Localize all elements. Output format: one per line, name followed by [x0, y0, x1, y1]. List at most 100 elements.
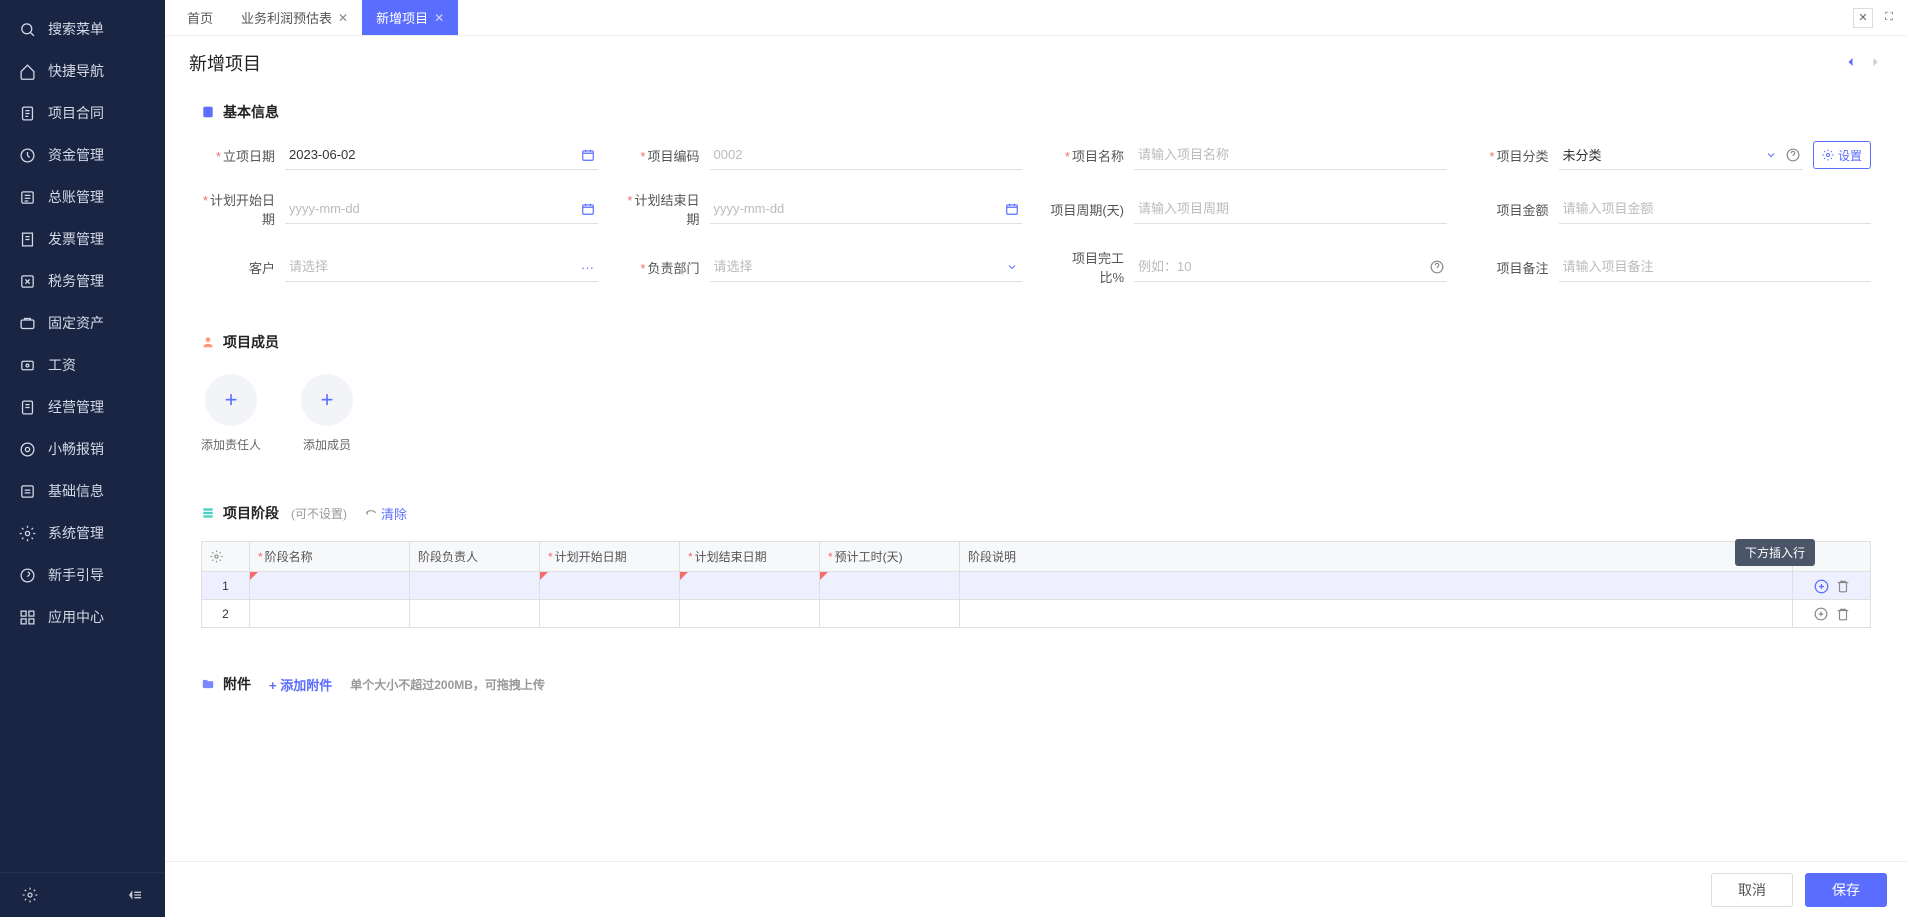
cell-phase-owner[interactable] — [410, 572, 540, 600]
add-attachment-link[interactable]: + 添加附件 — [269, 675, 332, 694]
calendar-icon[interactable] — [580, 201, 596, 217]
sidebar-item-label: 税务管理 — [48, 271, 104, 291]
collapse-icon[interactable] — [127, 887, 143, 903]
sidebar-item-guide[interactable]: 新手引导 — [0, 554, 165, 596]
section-title: 基本信息 — [223, 102, 279, 122]
sidebar: 搜索菜单快捷导航项目合同资金管理总账管理发票管理税务管理固定资产工资经营管理小畅… — [0, 0, 165, 917]
establish-date-input[interactable] — [285, 140, 598, 170]
period-input[interactable] — [1134, 194, 1447, 224]
sidebar-item-tax[interactable]: 税务管理 — [0, 260, 165, 302]
tab[interactable]: 新增项目✕ — [362, 0, 458, 35]
sidebar-item-doc[interactable]: 项目合同 — [0, 92, 165, 134]
cell-plan-end[interactable] — [680, 572, 820, 600]
customer-select[interactable] — [285, 252, 598, 282]
sidebar-item-label: 系统管理 — [48, 523, 104, 543]
attachment-hint: 单个大小不超过200MB，可拖拽上传 — [350, 676, 545, 693]
sidebar-item-system[interactable]: 系统管理 — [0, 512, 165, 554]
sidebar-item-label: 总账管理 — [48, 187, 104, 207]
label-period: 项目周期(天) — [1050, 200, 1134, 219]
sidebar-item-search[interactable]: 搜索菜单 — [0, 8, 165, 50]
project-name-input[interactable] — [1134, 140, 1447, 170]
salary-icon — [18, 356, 36, 374]
cell-phase-desc[interactable] — [960, 600, 1793, 628]
help-icon[interactable] — [1429, 259, 1445, 275]
cell-est-hours[interactable] — [820, 600, 960, 628]
plan-end-input[interactable] — [710, 194, 1023, 224]
calendar-icon[interactable] — [1004, 201, 1020, 217]
col-est-hours: 预计工时(天) — [820, 542, 960, 572]
sidebar-item-info[interactable]: 基础信息 — [0, 470, 165, 512]
cell-est-hours[interactable] — [820, 572, 960, 600]
cell-plan-end[interactable] — [680, 600, 820, 628]
add-owner-button[interactable]: + 添加责任人 — [201, 374, 261, 453]
label-project-code: 项目编码 — [626, 146, 710, 165]
col-phase-name: 阶段名称 — [250, 542, 410, 572]
add-row-icon[interactable] — [1814, 579, 1828, 593]
label-complete-pct: 项目完工比% — [1050, 248, 1134, 286]
expand-icon[interactable]: ⛶ — [1879, 8, 1899, 28]
add-member-button[interactable]: + 添加成员 — [301, 374, 353, 453]
calendar-icon[interactable] — [580, 147, 596, 163]
cell-phase-owner[interactable] — [410, 600, 540, 628]
sidebar-item-asset[interactable]: 固定资产 — [0, 302, 165, 344]
gear-icon[interactable] — [22, 887, 38, 903]
sidebar-item-invoice[interactable]: 发票管理 — [0, 218, 165, 260]
delete-row-icon[interactable] — [1836, 579, 1850, 593]
col-phase-desc: 阶段说明 — [960, 542, 1793, 572]
prev-arrow-icon[interactable] — [1845, 56, 1859, 70]
close-icon[interactable]: ✕ — [434, 11, 444, 25]
cell-plan-start[interactable] — [540, 572, 680, 600]
sidebar-item-label: 应用中心 — [48, 607, 104, 627]
save-button[interactable]: 保存 — [1805, 873, 1887, 907]
home-icon — [18, 62, 36, 80]
tab[interactable]: 业务利润预估表✕ — [227, 0, 362, 35]
label-department: 负责部门 — [626, 258, 710, 277]
cancel-button[interactable]: 取消 — [1711, 873, 1793, 907]
add-row-icon[interactable] — [1814, 607, 1828, 621]
section-basic: 基本信息 立项日期 项目编码 — [177, 86, 1895, 302]
sidebar-item-apps[interactable]: 应用中心 — [0, 596, 165, 638]
folder-icon — [201, 677, 215, 691]
tax-icon — [18, 272, 36, 290]
delete-row-icon[interactable] — [1836, 607, 1850, 621]
cell-phase-name[interactable] — [250, 600, 410, 628]
department-select[interactable] — [710, 252, 1023, 282]
asset-icon — [18, 314, 36, 332]
sidebar-item-label: 基础信息 — [48, 481, 104, 501]
complete-pct-input[interactable] — [1134, 252, 1447, 282]
plan-start-input[interactable] — [285, 194, 598, 224]
search-icon — [18, 20, 36, 38]
sidebar-item-biz[interactable]: 经营管理 — [0, 386, 165, 428]
wallet-icon — [18, 146, 36, 164]
sidebar-item-wallet[interactable]: 资金管理 — [0, 134, 165, 176]
cell-phase-name[interactable] — [250, 572, 410, 600]
table-row[interactable]: 2 — [202, 600, 1871, 628]
sidebar-item-salary[interactable]: 工资 — [0, 344, 165, 386]
next-arrow-icon[interactable] — [1869, 56, 1883, 70]
sidebar-item-ledger[interactable]: 总账管理 — [0, 176, 165, 218]
cell-phase-desc[interactable] — [960, 572, 1793, 600]
setting-button[interactable]: 设置 — [1813, 141, 1871, 169]
table-row[interactable]: 1 — [202, 572, 1871, 600]
sidebar-item-home[interactable]: 快捷导航 — [0, 50, 165, 92]
close-all-icon[interactable]: ✕ — [1853, 8, 1873, 28]
amount-input[interactable] — [1559, 194, 1872, 224]
more-icon[interactable]: ··· — [580, 259, 596, 275]
chevron-down-icon[interactable] — [1004, 259, 1020, 275]
cell-plan-start[interactable] — [540, 600, 680, 628]
reimburse-icon — [18, 440, 36, 458]
gear-column-header[interactable] — [202, 542, 250, 572]
tab[interactable]: 首页 — [173, 0, 227, 35]
help-icon[interactable] — [1785, 147, 1801, 163]
sidebar-item-label: 经营管理 — [48, 397, 104, 417]
chevron-down-icon[interactable] — [1763, 147, 1779, 163]
ledger-icon — [18, 188, 36, 206]
project-code-input[interactable] — [710, 140, 1023, 170]
label-plan-start: 计划开始日期 — [201, 190, 285, 228]
close-icon[interactable]: ✕ — [338, 11, 348, 25]
clear-link[interactable]: 清除 — [365, 504, 407, 523]
sidebar-item-reimburse[interactable]: 小畅报销 — [0, 428, 165, 470]
remark-input[interactable] — [1559, 252, 1872, 282]
sidebar-item-label: 固定资产 — [48, 313, 104, 333]
doc-icon — [18, 104, 36, 122]
